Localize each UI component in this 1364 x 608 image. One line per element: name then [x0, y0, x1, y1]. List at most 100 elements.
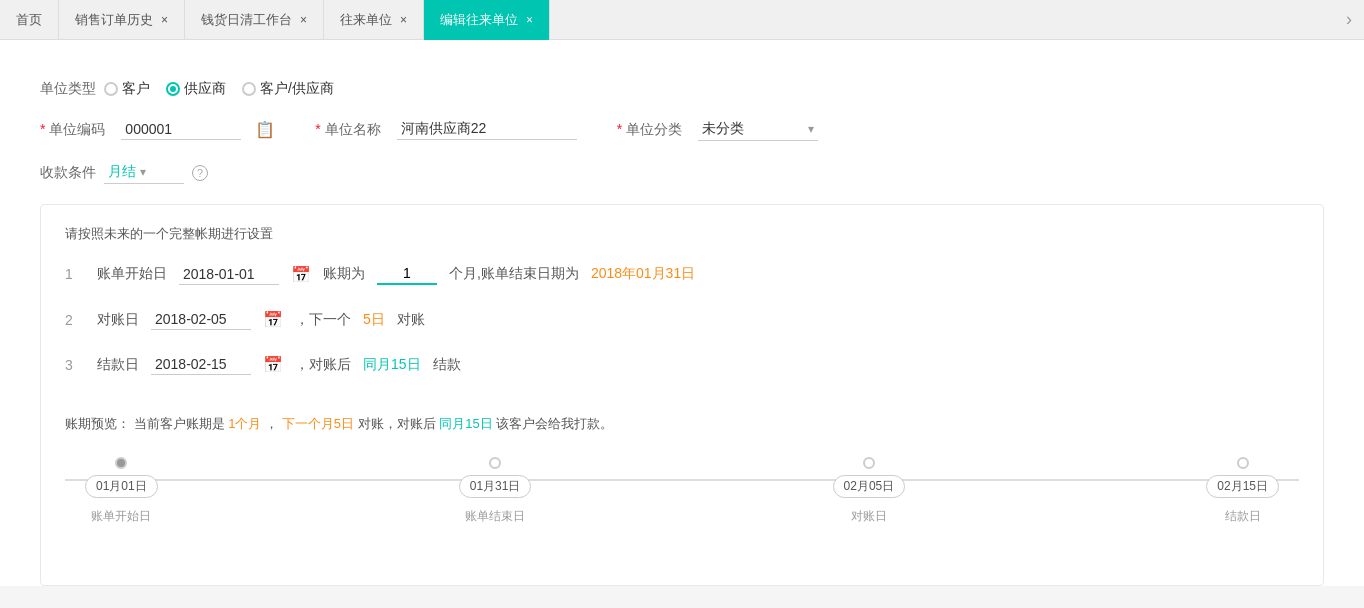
chevron-down-icon: ▾ [808, 122, 814, 136]
radio-both[interactable]: 客户/供应商 [242, 80, 334, 98]
radio-circle-customer [104, 82, 118, 96]
payment-date-input[interactable] [151, 354, 251, 375]
tab-sales-order-history-label: 销售订单历史 [75, 11, 153, 29]
unit-code-copy-icon[interactable]: 📋 [255, 120, 275, 139]
preview-middle1: ， [265, 416, 278, 431]
preview-section: 账期预览： 当前客户账期是 1个月 ， 下一个月5日 对账，对账后 同月15日 … [65, 399, 1299, 565]
calendar-icon-3[interactable]: 📅 [263, 355, 283, 374]
row-desc-prefix-2: ，下一个 [295, 311, 351, 329]
timeline-point-1: 01月31日 账单结束日 [459, 457, 532, 525]
point-date-3: 02月15日 [1206, 475, 1279, 498]
timeline-point-0: 01月01日 账单开始日 [85, 457, 158, 525]
preview-label: 账期预览： [65, 416, 130, 431]
setting-row-2: 2 对账日 📅 ，下一个 5日 对账 [65, 309, 1299, 330]
point-dot-3 [1237, 457, 1249, 469]
unit-type-label: 单位类型 [40, 80, 96, 98]
unit-category-select[interactable]: 未分类 ▾ [698, 118, 818, 141]
row-label-3: 结款日 [97, 356, 139, 374]
start-date-input[interactable] [179, 264, 279, 285]
row-num-3: 3 [65, 357, 85, 373]
row-desc-prefix-1: 账期为 [323, 265, 365, 283]
radio-both-label: 客户/供应商 [260, 80, 334, 98]
tab-bar: 首页 销售订单历史 × 钱货日清工作台 × 往来单位 × 编辑往来单位 × › [0, 0, 1364, 40]
row-label-1: 账单开始日 [97, 265, 167, 283]
tab-edit-partner[interactable]: 编辑往来单位 × [424, 0, 550, 40]
reconcile-highlight: 5日 [363, 311, 385, 329]
payment-terms-row: 收款条件 月结 ▾ ? [40, 161, 1324, 184]
point-label-0: 账单开始日 [91, 508, 151, 525]
row-num-1: 1 [65, 266, 85, 282]
timeline-point-3: 02月15日 结款日 [1206, 457, 1279, 525]
reconcile-date-input[interactable] [151, 309, 251, 330]
unit-name-label: 单位名称 [315, 121, 380, 139]
timeline-point-2: 02月05日 对账日 [833, 457, 906, 525]
tab-home[interactable]: 首页 [0, 0, 59, 40]
unit-code-input[interactable] [121, 119, 241, 140]
unit-details-row: 单位编码 📋 单位名称 单位分类 未分类 ▾ [40, 118, 1324, 141]
setting-row-1: 1 账单开始日 📅 账期为 个月,账单结束日期为 2018年01月31日 [65, 263, 1299, 285]
help-icon[interactable]: ? [192, 165, 208, 181]
timeline-points: 01月01日 账单开始日 01月31日 账单结束日 02月05日 对账日 [85, 457, 1279, 525]
close-icon[interactable]: × [161, 13, 168, 27]
row-num-2: 2 [65, 312, 85, 328]
radio-customer[interactable]: 客户 [104, 80, 150, 98]
preview-highlight1: 1个月 [228, 416, 261, 431]
timeline-container: 01月01日 账单开始日 01月31日 账单结束日 02月05日 对账日 [65, 457, 1299, 565]
calendar-icon-1[interactable]: 📅 [291, 265, 311, 284]
unit-category-value: 未分类 [702, 120, 808, 138]
calendar-icon-2[interactable]: 📅 [263, 310, 283, 329]
row-desc-suffix-2: 对账 [397, 311, 425, 329]
row-desc-suffix-1: 个月,账单结束日期为 [449, 265, 579, 283]
point-date-0: 01月01日 [85, 475, 158, 498]
tab-home-label: 首页 [16, 11, 42, 29]
point-dot-1 [489, 457, 501, 469]
preview-end: 该客户会给我打款。 [496, 416, 613, 431]
payment-highlight: 同月15日 [363, 356, 421, 374]
point-label-2: 对账日 [851, 508, 887, 525]
radio-circle-supplier [166, 82, 180, 96]
settings-card: 请按照未来的一个完整帐期进行设置 1 账单开始日 📅 账期为 个月,账单结束日期… [40, 204, 1324, 586]
point-date-1: 01月31日 [459, 475, 532, 498]
card-title: 请按照未来的一个完整帐期进行设置 [65, 225, 1299, 243]
unit-type-row: 单位类型 客户 供应商 客户/供应商 [40, 80, 1324, 98]
unit-name-group: 单位名称 [315, 119, 576, 140]
radio-group-unit-type: 客户 供应商 客户/供应商 [104, 80, 334, 98]
end-date-highlight: 2018年01月31日 [591, 265, 695, 283]
point-date-2: 02月05日 [833, 475, 906, 498]
radio-circle-both [242, 82, 256, 96]
point-dot-0 [115, 457, 127, 469]
row-desc-prefix-3: ，对账后 [295, 356, 351, 374]
preview-highlight2: 下一个月5日 [282, 416, 354, 431]
tab-more-button[interactable]: › [1334, 9, 1364, 30]
radio-supplier-label: 供应商 [184, 80, 226, 98]
main-content: 单位类型 客户 供应商 客户/供应商 单位编码 📋 单位名称 [0, 40, 1364, 586]
radio-customer-label: 客户 [122, 80, 150, 98]
close-icon[interactable]: × [400, 13, 407, 27]
unit-category-group: 单位分类 未分类 ▾ [617, 118, 818, 141]
setting-row-3: 3 结款日 📅 ，对账后 同月15日 结款 [65, 354, 1299, 375]
payment-terms-select[interactable]: 月结 ▾ [104, 161, 184, 184]
row-label-2: 对账日 [97, 311, 139, 329]
tab-cash-work-label: 钱货日清工作台 [201, 11, 292, 29]
preview-before: 当前客户账期是 [134, 416, 225, 431]
preview-text: 账期预览： 当前客户账期是 1个月 ， 下一个月5日 对账，对账后 同月15日 … [65, 415, 1299, 433]
tab-sales-order-history[interactable]: 销售订单历史 × [59, 0, 185, 40]
unit-code-label: 单位编码 [40, 121, 105, 139]
close-icon[interactable]: × [300, 13, 307, 27]
radio-supplier[interactable]: 供应商 [166, 80, 226, 98]
tab-edit-partner-label: 编辑往来单位 [440, 11, 518, 29]
payment-terms-label: 收款条件 [40, 164, 96, 182]
tab-partner[interactable]: 往来单位 × [324, 0, 424, 40]
period-input[interactable] [377, 263, 437, 285]
tab-cash-work[interactable]: 钱货日清工作台 × [185, 0, 324, 40]
row-desc-suffix-3: 结款 [433, 356, 461, 374]
point-label-3: 结款日 [1225, 508, 1261, 525]
unit-code-group: 单位编码 📋 [40, 119, 275, 140]
preview-middle2: 对账，对账后 [358, 416, 436, 431]
unit-name-input[interactable] [397, 119, 577, 140]
chevron-down-icon: ▾ [140, 165, 146, 179]
tab-partner-label: 往来单位 [340, 11, 392, 29]
close-icon[interactable]: × [526, 13, 533, 27]
preview-highlight3: 同月15日 [439, 416, 492, 431]
point-label-1: 账单结束日 [465, 508, 525, 525]
